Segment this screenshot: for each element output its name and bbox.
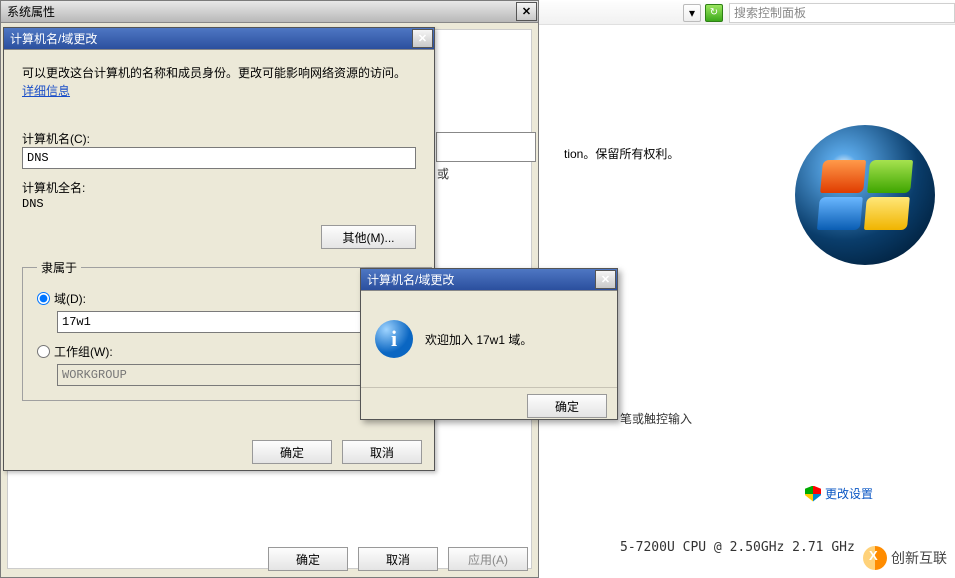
close-button[interactable]: ✕ <box>516 2 537 21</box>
nav-back-button[interactable]: ▾ <box>683 4 701 22</box>
other-button[interactable]: 其他(M)... <box>321 225 416 249</box>
name-dialog-title: 计算机名/域更改 <box>10 30 97 47</box>
details-link[interactable]: 详细信息 <box>22 84 70 98</box>
system-properties-buttons: 确定 取消 应用(A) <box>268 547 528 571</box>
welcome-message-box: 计算机名/域更改 ✕ i 欢迎加入 17w1 域。 确定 <box>360 268 618 420</box>
full-computer-name-value: DNS <box>22 197 44 211</box>
change-settings-link[interactable]: 更改设置 <box>805 485 873 502</box>
cancel-button[interactable]: 取消 <box>342 440 422 464</box>
refresh-icon: ↻ <box>710 7 718 18</box>
computer-name-label: 计算机名(C): <box>22 130 416 147</box>
full-computer-name-label: 计算机全名: <box>22 179 416 196</box>
close-button[interactable]: ✕ <box>595 270 616 289</box>
windows-flag-icon <box>817 160 913 230</box>
system-info-area: tion。保留所有权利。 <box>539 25 955 45</box>
cpu-info: 5-7200U CPU @ 2.50GHz 2.71 GHz <box>620 540 855 555</box>
search-input[interactable]: 搜索控制面板 <box>729 3 955 23</box>
description-suffix: 或 <box>437 165 449 182</box>
copyright-text: tion。保留所有权利。 <box>564 145 679 162</box>
msgbox-message: 欢迎加入 17w1 域。 <box>425 331 532 348</box>
name-dialog-buttons: 确定 取消 <box>252 440 422 464</box>
domain-radio-label: 域(D): <box>54 290 86 307</box>
watermark-icon <box>863 546 887 570</box>
description-input[interactable] <box>436 132 536 162</box>
close-icon: ✕ <box>601 273 610 286</box>
system-properties-titlebar[interactable]: 系统属性 ✕ <box>1 1 538 23</box>
nav-refresh-button[interactable]: ↻ <box>705 4 723 22</box>
windows-logo <box>795 125 935 265</box>
workgroup-radio[interactable] <box>37 345 50 358</box>
cancel-button[interactable]: 取消 <box>358 547 438 571</box>
ok-button[interactable]: 确定 <box>268 547 348 571</box>
ok-button[interactable]: 确定 <box>527 394 607 418</box>
dialog-description: 可以更改这台计算机的名称和成员身份。更改可能影响网络资源的访问。 详细信息 <box>22 64 416 100</box>
name-dialog-titlebar[interactable]: 计算机名/域更改 ✕ <box>4 28 434 50</box>
pen-touch-info: 笔或触控输入 <box>620 410 692 427</box>
computer-name-input[interactable] <box>22 147 416 169</box>
search-placeholder: 搜索控制面板 <box>734 4 806 21</box>
msgbox-titlebar[interactable]: 计算机名/域更改 ✕ <box>361 269 617 291</box>
apply-button[interactable]: 应用(A) <box>448 547 528 571</box>
watermark: 创新互联 <box>863 546 947 570</box>
close-icon: ✕ <box>522 5 531 18</box>
msgbox-buttons: 确定 <box>361 387 617 424</box>
msgbox-title: 计算机名/域更改 <box>367 271 454 288</box>
close-button[interactable]: ✕ <box>412 29 433 48</box>
shield-icon <box>805 486 821 502</box>
msgbox-body: i 欢迎加入 17w1 域。 <box>361 291 617 387</box>
address-search-bar: ▾ ↻ 搜索控制面板 <box>539 1 955 25</box>
ok-button[interactable]: 确定 <box>252 440 332 464</box>
domain-radio[interactable] <box>37 292 50 305</box>
workgroup-radio-label: 工作组(W): <box>54 343 113 360</box>
info-icon: i <box>375 320 413 358</box>
system-properties-title: 系统属性 <box>7 3 55 20</box>
close-icon: ✕ <box>418 32 427 45</box>
member-of-legend: 隶属于 <box>37 259 81 276</box>
